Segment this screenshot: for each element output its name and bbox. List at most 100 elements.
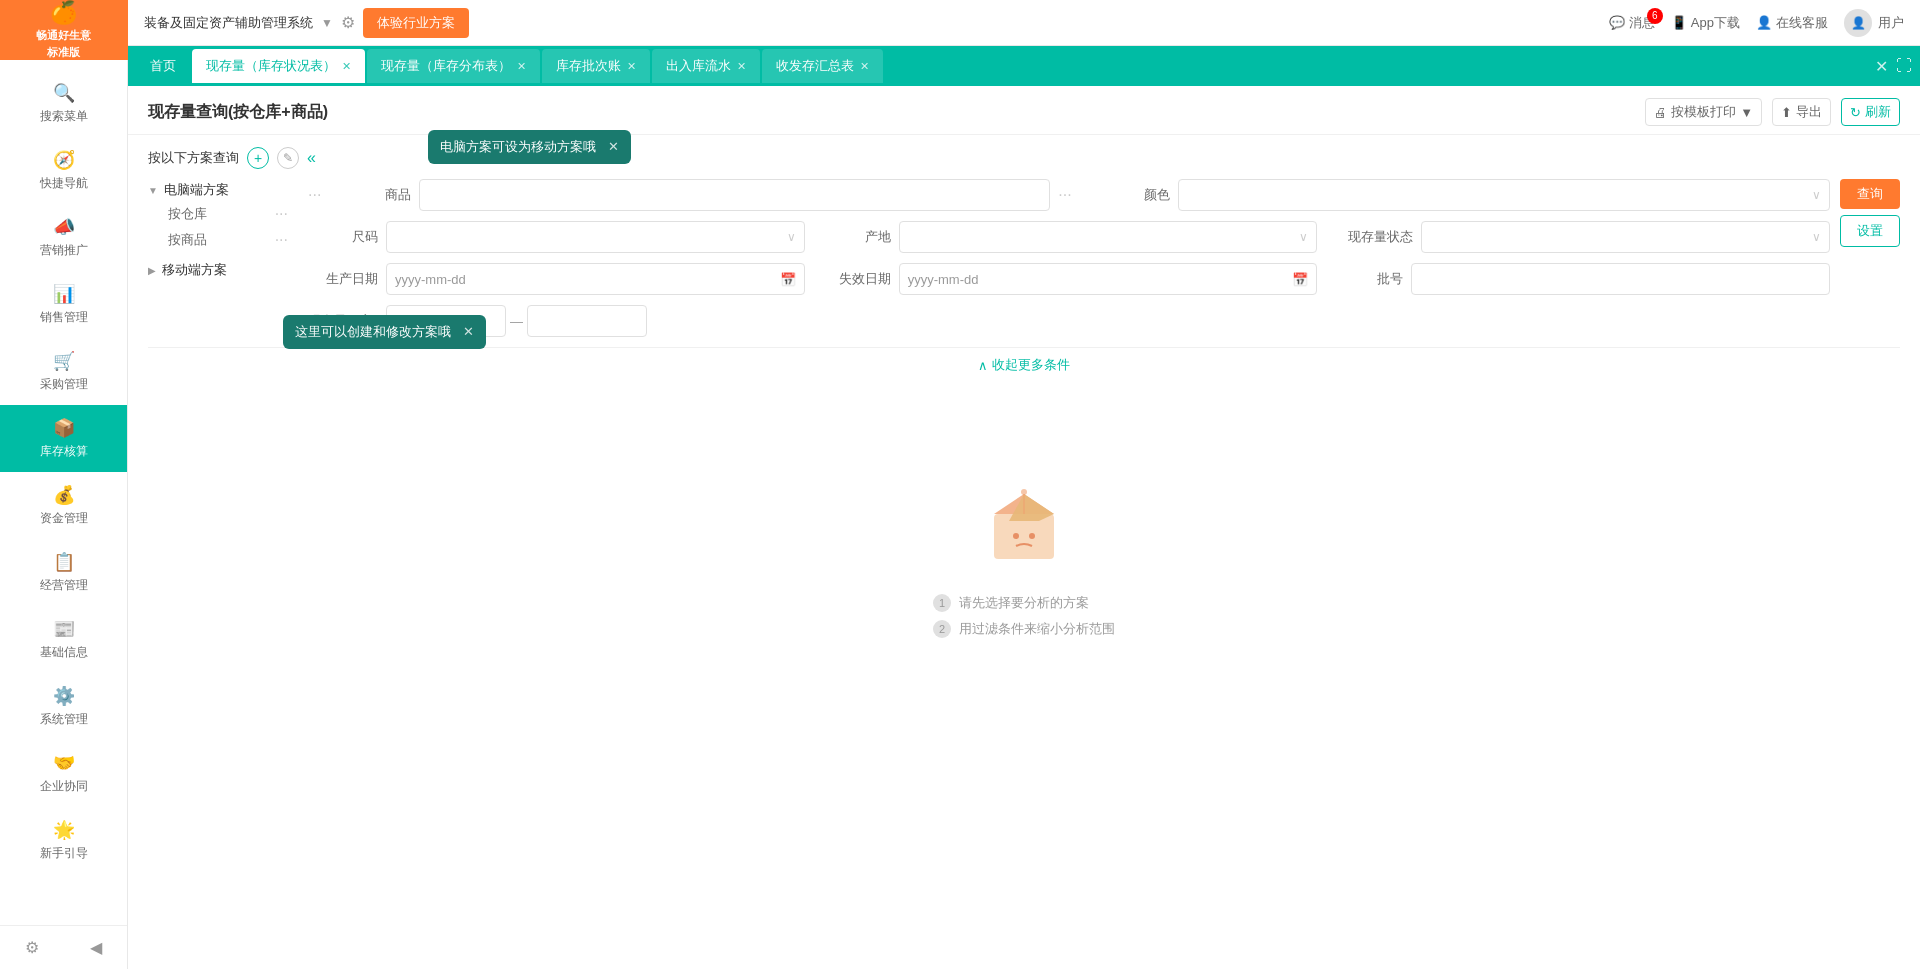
stock-to-input[interactable] bbox=[527, 305, 647, 337]
print-button[interactable]: 🖨 按模板打印 ▼ bbox=[1645, 98, 1762, 126]
tip-num-2: 2 bbox=[933, 620, 951, 638]
produce-date-input[interactable]: yyyy-mm-dd 📅 bbox=[386, 263, 805, 295]
add-scheme-button[interactable]: + bbox=[247, 147, 269, 169]
user-menu[interactable]: 👤 用户 bbox=[1844, 9, 1904, 37]
sidebar-item-operation[interactable]: 📋 经营管理 bbox=[0, 539, 127, 606]
tab-batch[interactable]: 库存批次账 ✕ bbox=[542, 49, 650, 83]
close-all-tabs-button[interactable]: ✕ bbox=[1875, 57, 1888, 76]
product-more-icon[interactable]: ··· bbox=[1058, 186, 1071, 204]
status-label: 现存量状态 bbox=[1333, 228, 1413, 246]
edit-tooltip-text: 这里可以创建和修改方案哦 bbox=[295, 324, 451, 339]
settings-button[interactable]: ⚙ bbox=[25, 938, 39, 957]
top-header: 装备及固定资产辅助管理系统 ▼ ⚙ 体验行业方案 💬 消息 6 📱 App下载 … bbox=[128, 0, 1920, 46]
edit-tooltip-close[interactable]: ✕ bbox=[463, 324, 474, 339]
filter-field-color: 颜色 ∨ bbox=[1100, 179, 1830, 211]
chevron-down-icon: ▼ bbox=[148, 185, 158, 196]
row1-more-icon[interactable]: ··· bbox=[308, 186, 321, 204]
status-input[interactable]: ∨ bbox=[1421, 221, 1830, 253]
sidebar-nav: 🔍 搜索菜单 🧭 快捷导航 📣 营销推广 📊 销售管理 🛒 采购管理 📦 库存核… bbox=[0, 60, 127, 925]
export-label: 导出 bbox=[1796, 103, 1822, 121]
color-input[interactable]: ∨ bbox=[1178, 179, 1830, 211]
sidebar-item-search[interactable]: 🔍 搜索菜单 bbox=[0, 70, 127, 137]
trial-button[interactable]: 体验行业方案 bbox=[363, 8, 469, 38]
calendar-icon[interactable]: 📅 bbox=[1292, 272, 1308, 287]
sidebar-item-guide[interactable]: 🌟 新手引导 bbox=[0, 807, 127, 874]
sidebar-item-finance[interactable]: 💰 资金管理 bbox=[0, 472, 127, 539]
sidebar-item-basic[interactable]: 📰 基础信息 bbox=[0, 606, 127, 673]
pc-tooltip-close[interactable]: ✕ bbox=[608, 139, 619, 154]
tab-close-inventory-status[interactable]: ✕ bbox=[342, 60, 351, 73]
product-label: 商品 bbox=[341, 186, 411, 204]
collapse-bar[interactable]: ∧ 收起更多条件 bbox=[148, 347, 1900, 382]
tip-text-1: 请先选择要分析的方案 bbox=[959, 594, 1089, 612]
empty-tip-1: 1 请先选择要分析的方案 bbox=[933, 594, 1115, 612]
prev-scheme-button[interactable]: « bbox=[307, 149, 316, 167]
size-input[interactable]: ∨ bbox=[386, 221, 805, 253]
chevron-down-icon: ∨ bbox=[787, 230, 796, 244]
sidebar-item-enterprise[interactable]: 🤝 企业协同 bbox=[0, 740, 127, 807]
tab-inout[interactable]: 出入库流水 ✕ bbox=[652, 49, 760, 83]
sidebar-item-sales[interactable]: 📊 销售管理 bbox=[0, 271, 127, 338]
origin-input[interactable]: ∨ bbox=[899, 221, 1318, 253]
print-label: 按模板打印 bbox=[1671, 103, 1736, 121]
message-button[interactable]: 💬 消息 6 bbox=[1609, 14, 1655, 32]
chevron-down-icon: ∨ bbox=[1299, 230, 1308, 244]
filter-field-origin: 产地 ∨ bbox=[821, 221, 1318, 253]
tip-num-1: 1 bbox=[933, 594, 951, 612]
tab-collect[interactable]: 收发存汇总表 ✕ bbox=[762, 49, 883, 83]
edit-scheme-button[interactable]: ✎ bbox=[277, 147, 299, 169]
sidebar-item-nav[interactable]: 🧭 快捷导航 bbox=[0, 137, 127, 204]
phone-icon: 📱 bbox=[1671, 15, 1687, 30]
collapse-sidebar-button[interactable]: ◀ bbox=[90, 938, 102, 957]
tab-close-collect[interactable]: ✕ bbox=[860, 60, 869, 73]
logo-icon: 🍊 bbox=[50, 0, 77, 26]
svg-point-6 bbox=[1021, 489, 1027, 495]
page-title-bar: 现存量查询(按仓库+商品) 🖨 按模板打印 ▼ ⬆ 导出 ↻ 刷新 bbox=[128, 86, 1920, 135]
set-button[interactable]: 设置 bbox=[1840, 215, 1900, 247]
fullscreen-button[interactable]: ⛶ bbox=[1896, 57, 1912, 75]
sidebar-item-inventory[interactable]: 📦 库存核算 bbox=[0, 405, 127, 472]
sidebar-item-label: 新手引导 bbox=[40, 845, 88, 862]
home-tab-label: 首页 bbox=[150, 57, 176, 75]
sidebar-item-label: 搜索菜单 bbox=[40, 108, 88, 125]
sidebar-item-marketing[interactable]: 📣 营销推广 bbox=[0, 204, 127, 271]
page-title: 现存量查询(按仓库+商品) bbox=[148, 102, 328, 123]
scheme-item-warehouse[interactable]: 按仓库 ··· bbox=[148, 201, 308, 227]
scheme-item-product[interactable]: 按商品 ··· bbox=[148, 227, 308, 253]
export-button[interactable]: ⬆ 导出 bbox=[1772, 98, 1831, 126]
scheme-item-more-icon[interactable]: ··· bbox=[275, 205, 288, 223]
scheme-item-more-icon[interactable]: ··· bbox=[275, 231, 288, 249]
online-service-button[interactable]: 👤 在线客服 bbox=[1756, 14, 1828, 32]
filter-label: 按以下方案查询 bbox=[148, 149, 239, 167]
tab-close-inventory-dist[interactable]: ✕ bbox=[517, 60, 526, 73]
tab-close-inout[interactable]: ✕ bbox=[737, 60, 746, 73]
system-selector[interactable]: ▼ bbox=[321, 16, 333, 30]
batch-input[interactable] bbox=[1411, 263, 1830, 295]
logo-version: 标准版 bbox=[47, 45, 80, 60]
tab-inventory-dist[interactable]: 现存量（库存分布表） ✕ bbox=[367, 49, 540, 83]
filter-field-status: 现存量状态 ∨ bbox=[1333, 221, 1830, 253]
produce-date-placeholder: yyyy-mm-dd bbox=[395, 272, 466, 287]
tab-inventory-status[interactable]: 现存量（库存状况表） ✕ bbox=[192, 49, 365, 83]
sidebar-item-purchase[interactable]: 🛒 采购管理 bbox=[0, 338, 127, 405]
chevron-right-icon: ▶ bbox=[148, 265, 156, 276]
tab-close-batch[interactable]: ✕ bbox=[627, 60, 636, 73]
app-download-button[interactable]: 📱 App下载 bbox=[1671, 14, 1740, 32]
app-label: App下载 bbox=[1691, 14, 1740, 32]
tab-home[interactable]: 首页 bbox=[136, 49, 190, 83]
expire-date-input[interactable]: yyyy-mm-dd 📅 bbox=[899, 263, 1318, 295]
scheme-group-mobile-header[interactable]: ▶ 移动端方案 bbox=[148, 259, 308, 281]
marketing-icon: 📣 bbox=[53, 216, 75, 238]
empty-tip-2: 2 用过滤条件来缩小分析范围 bbox=[933, 620, 1115, 638]
scheme-group-pc-header[interactable]: ▼ 电脑端方案 bbox=[148, 179, 308, 201]
size-label: 尺码 bbox=[308, 228, 378, 246]
calendar-icon[interactable]: 📅 bbox=[780, 272, 796, 287]
main-content: 装备及固定资产辅助管理系统 ▼ ⚙ 体验行业方案 💬 消息 6 📱 App下载 … bbox=[128, 0, 1920, 969]
refresh-button[interactable]: ↻ 刷新 bbox=[1841, 98, 1900, 126]
sidebar-item-system[interactable]: ⚙️ 系统管理 bbox=[0, 673, 127, 740]
system-icon: ⚙️ bbox=[53, 685, 75, 707]
product-input[interactable] bbox=[419, 179, 1050, 211]
search-button[interactable]: 查询 bbox=[1840, 179, 1900, 209]
filter-row-1: ··· 商品 ··· 颜色 ∨ bbox=[308, 179, 1830, 211]
settings-icon[interactable]: ⚙ bbox=[341, 13, 355, 32]
